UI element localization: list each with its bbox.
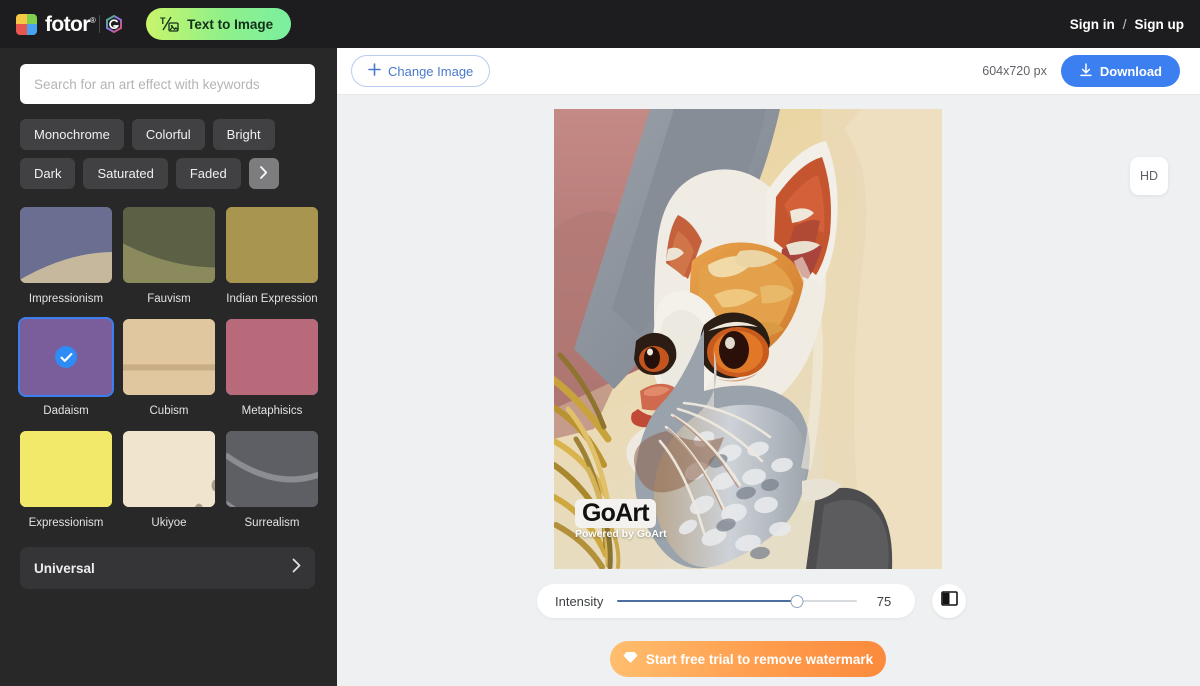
effect-thumbnail bbox=[20, 207, 112, 283]
goart-editor-app: fotor® T Text to Image Sign in / Sign up… bbox=[0, 0, 1200, 686]
effect-thumbnail bbox=[20, 431, 112, 507]
app-header: fotor® T Text to Image Sign in / Sign up bbox=[0, 0, 1200, 48]
more-tags-button[interactable] bbox=[248, 158, 279, 189]
editor-main: Change Image 604x720 px Download HD GoAr… bbox=[337, 48, 1200, 686]
app-body: Monochrome Colorful Bright Dark Saturate… bbox=[0, 48, 1200, 686]
intensity-label: Intensity bbox=[555, 593, 604, 609]
registered-mark: ® bbox=[89, 15, 96, 25]
tag-label: Faded bbox=[189, 166, 227, 181]
editor-toolbar: Change Image 604x720 px Download bbox=[337, 48, 1200, 95]
text-to-image-label: Text to Image bbox=[187, 16, 274, 32]
effect-label: Ukiyoe bbox=[151, 517, 187, 529]
effect-thumbnail bbox=[123, 319, 215, 395]
filter-tag-list: Monochrome Colorful Bright Dark Saturate… bbox=[20, 119, 320, 189]
filter-tag-faded[interactable]: Faded bbox=[175, 158, 241, 189]
diamond-icon bbox=[623, 651, 638, 667]
goart-logo-icon[interactable] bbox=[104, 14, 124, 34]
start-free-trial-label: Start free trial to remove watermark bbox=[645, 651, 874, 667]
effect-thumbnail bbox=[20, 319, 112, 395]
fotor-logo-text: fotor® bbox=[45, 12, 96, 36]
tag-label: Saturated bbox=[97, 166, 154, 181]
effects-grid: Impressionism Fauvism Indian Expression … bbox=[20, 207, 318, 533]
effect-thumbnail bbox=[226, 319, 318, 395]
watermark-subtitle: Powered by GoArt bbox=[575, 528, 667, 540]
hd-label: HD bbox=[1139, 169, 1159, 183]
search-input[interactable] bbox=[20, 64, 315, 104]
category-label: Universal bbox=[34, 560, 95, 576]
goart-watermark: GoArt Powered by GoArt bbox=[575, 498, 675, 540]
effect-label: Surrealism bbox=[244, 517, 300, 529]
slider-fill bbox=[617, 600, 798, 602]
compare-toggle-button[interactable] bbox=[932, 584, 966, 618]
watermark-title: GoArt bbox=[575, 498, 656, 528]
effect-card-indian-expression[interactable]: Indian Expression bbox=[226, 207, 318, 309]
text-to-image-icon: T bbox=[160, 16, 179, 33]
auth-links: Sign in / Sign up bbox=[1070, 17, 1184, 32]
effect-label: Expressionism bbox=[28, 517, 104, 529]
image-dimensions: 604x720 px bbox=[982, 64, 1047, 78]
header-divider bbox=[99, 15, 101, 33]
sign-in-link[interactable]: Sign in bbox=[1070, 17, 1115, 32]
effect-label: Impressionism bbox=[28, 293, 104, 305]
filter-tag-dark[interactable]: Dark bbox=[20, 158, 76, 189]
compare-split-icon bbox=[940, 590, 958, 612]
effect-card-surrealism[interactable]: Surrealism bbox=[226, 431, 318, 533]
sign-up-link[interactable]: Sign up bbox=[1135, 17, 1185, 32]
chevron-right-icon bbox=[292, 558, 301, 578]
effect-label: Indian Expression bbox=[226, 293, 318, 305]
slider-knob[interactable] bbox=[790, 594, 804, 608]
change-image-button[interactable]: Change Image bbox=[351, 55, 491, 87]
category-selector-universal[interactable]: Universal bbox=[20, 547, 315, 589]
effect-thumbnail bbox=[226, 431, 318, 507]
filter-tag-colorful[interactable]: Colorful bbox=[131, 119, 205, 150]
effect-thumbnail bbox=[123, 431, 215, 507]
fotor-logo[interactable]: fotor® bbox=[16, 12, 96, 36]
tag-label: Bright bbox=[226, 127, 261, 142]
effect-thumbnail bbox=[226, 207, 318, 283]
effect-card-impressionism[interactable]: Impressionism bbox=[20, 207, 112, 309]
effects-sidebar: Monochrome Colorful Bright Dark Saturate… bbox=[0, 48, 337, 686]
filter-tag-monochrome[interactable]: Monochrome bbox=[20, 119, 124, 150]
effect-card-expressionism[interactable]: Expressionism bbox=[20, 431, 112, 533]
effect-card-metaphisics[interactable]: Metaphisics bbox=[226, 319, 318, 421]
artwork-preview[interactable]: GoArt Powered by GoArt bbox=[554, 109, 942, 569]
tag-label: Monochrome bbox=[34, 127, 110, 142]
intensity-control: Intensity 75 bbox=[537, 584, 915, 618]
svg-text:T: T bbox=[160, 16, 166, 26]
download-button[interactable]: Download bbox=[1060, 55, 1180, 87]
hd-quality-badge[interactable]: HD bbox=[1130, 157, 1168, 195]
download-label: Download bbox=[1099, 63, 1162, 79]
effect-label: Metaphisics bbox=[241, 405, 303, 417]
text-to-image-button[interactable]: T Text to Image bbox=[146, 8, 292, 40]
effect-card-cubism[interactable]: Cubism bbox=[123, 319, 215, 421]
filter-tag-saturated[interactable]: Saturated bbox=[83, 158, 168, 189]
effect-card-fauvism[interactable]: Fauvism bbox=[123, 207, 215, 309]
preview-canvas: HD GoArt Powered by GoArt Intensity 75 S… bbox=[337, 95, 1200, 686]
filter-tag-bright[interactable]: Bright bbox=[212, 119, 275, 150]
tag-label: Colorful bbox=[145, 127, 191, 142]
download-icon bbox=[1079, 62, 1093, 80]
effect-card-dadaism[interactable]: Dadaism bbox=[20, 319, 112, 421]
effect-card-ukiyoe[interactable]: Ukiyoe bbox=[123, 431, 215, 533]
tag-label: Dark bbox=[34, 166, 62, 181]
effect-label: Dadaism bbox=[43, 405, 89, 417]
change-image-label: Change Image bbox=[388, 63, 474, 79]
plus-icon bbox=[368, 63, 381, 79]
effect-label: Fauvism bbox=[147, 293, 191, 305]
effect-label: Cubism bbox=[149, 405, 189, 417]
start-free-trial-button[interactable]: Start free trial to remove watermark bbox=[610, 641, 886, 677]
effect-thumbnail bbox=[123, 207, 215, 283]
intensity-value: 75 bbox=[876, 593, 892, 609]
intensity-slider[interactable] bbox=[617, 594, 857, 608]
auth-separator: / bbox=[1122, 16, 1127, 32]
fotor-logo-icon bbox=[16, 13, 37, 35]
selected-check-icon bbox=[55, 346, 77, 368]
chevron-right-icon bbox=[259, 165, 268, 182]
